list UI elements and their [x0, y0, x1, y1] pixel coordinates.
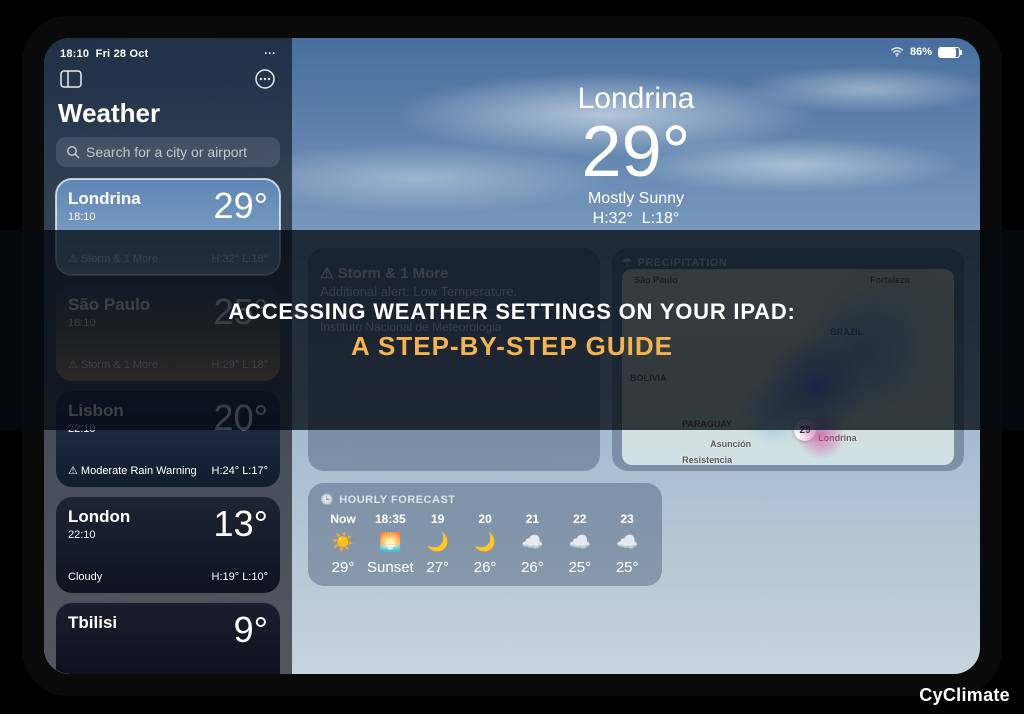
battery-percent: 86% [910, 46, 932, 58]
hero: Londrina 29° Mostly Sunny H:32° L:18° [308, 82, 964, 228]
brand-watermark: CyClimate [919, 685, 1010, 706]
hour-temp: Sunset [367, 559, 414, 576]
wifi-icon [890, 47, 904, 57]
title-overlay: ACCESSING WEATHER SETTINGS ON YOUR IPAD:… [0, 230, 1024, 430]
hour-label: 20 [478, 512, 491, 526]
status-time: 18:10 Fri 28 Oct [60, 48, 148, 60]
search-input[interactable]: Search for a city or airport [56, 137, 280, 167]
clock-icon: 🕒 [320, 493, 334, 506]
city-temp: 9° [234, 609, 268, 651]
hourly-item: 18:35 🌅 Sunset [367, 512, 413, 576]
hour-label: 23 [620, 512, 633, 526]
hour-label: Now [330, 512, 355, 526]
overlay-line1: ACCESSING WEATHER SETTINGS ON YOUR IPAD: [228, 299, 795, 325]
hourly-item: Now ☀️ 29° [320, 512, 366, 576]
hour-icon: 🌅 [379, 532, 401, 553]
hero-city: Londrina [308, 82, 964, 116]
battery-icon [938, 47, 960, 58]
hour-icon: ☀️ [332, 532, 354, 553]
hero-hilo: H:32° L:18° [308, 210, 964, 228]
hour-label: 22 [573, 512, 586, 526]
hourly-item: 19 🌙 27° [415, 512, 461, 576]
sidebar-toolbar [54, 62, 282, 98]
city-temp: 13° [214, 503, 268, 545]
hour-temp: 29° [332, 559, 355, 576]
city-condition: ⚠︎ Moderate Rain Warning [68, 464, 197, 477]
hourly-item: 20 🌙 26° [462, 512, 508, 576]
hourly-forecast-panel[interactable]: 🕒 HOURLY FORECAST Now☀️29°18:35🌅Sunset19… [308, 483, 662, 586]
hourly-row: Now☀️29°18:35🌅Sunset19🌙27°20🌙26°21☁️26°2… [320, 506, 650, 576]
hour-temp: 26° [474, 559, 497, 576]
status-ellipsis: ··· [264, 48, 276, 60]
hour-icon: 🌙 [474, 532, 496, 553]
map-label: Asunción [710, 439, 751, 449]
hour-icon: 🌙 [427, 532, 449, 553]
city-card[interactable]: Tbilisi9° [56, 603, 280, 674]
sidebar-status-bar: 18:10 Fri 28 Oct ··· [54, 44, 282, 62]
stage: 18:10 Fri 28 Oct ··· Weather Search for [0, 0, 1024, 714]
hour-temp: 25° [568, 559, 591, 576]
hourly-item: 22 ☁️ 25° [557, 512, 603, 576]
search-icon [66, 145, 80, 159]
hero-condition: Mostly Sunny [308, 190, 964, 208]
more-options-icon[interactable] [252, 66, 278, 92]
hour-label: 19 [431, 512, 444, 526]
map-label: Londrina [818, 433, 857, 443]
hour-label: 18:35 [375, 512, 406, 526]
hourly-item: 23 ☁️ 25° [604, 512, 650, 576]
hero-temp: 29° [308, 116, 964, 188]
overlay-line2: A STEP-BY-STEP GUIDE [351, 331, 673, 362]
sidebar-toggle-icon[interactable] [58, 66, 84, 92]
map-label: Resistencia [682, 455, 732, 465]
hour-temp: 26° [521, 559, 544, 576]
hour-label: 21 [526, 512, 539, 526]
hour-temp: 25° [616, 559, 639, 576]
city-hilo: H:24° L:17° [212, 465, 269, 477]
main-status-bar: 86% [308, 44, 964, 58]
hourly-item: 21 ☁️ 26° [509, 512, 555, 576]
hour-temp: 27° [426, 559, 449, 576]
app-title: Weather [54, 98, 282, 137]
hourly-header: 🕒 HOURLY FORECAST [320, 493, 650, 506]
hour-icon: ☁️ [521, 532, 543, 553]
city-temp: 29° [214, 185, 268, 227]
city-card[interactable]: London22:1013°CloudyH:19° L:10° [56, 497, 280, 593]
city-hilo: H:19° L:10° [212, 571, 269, 583]
hour-icon: ☁️ [569, 532, 591, 553]
hour-icon: ☁️ [616, 532, 638, 553]
city-condition: Cloudy [68, 571, 102, 583]
search-placeholder: Search for a city or airport [86, 144, 247, 160]
